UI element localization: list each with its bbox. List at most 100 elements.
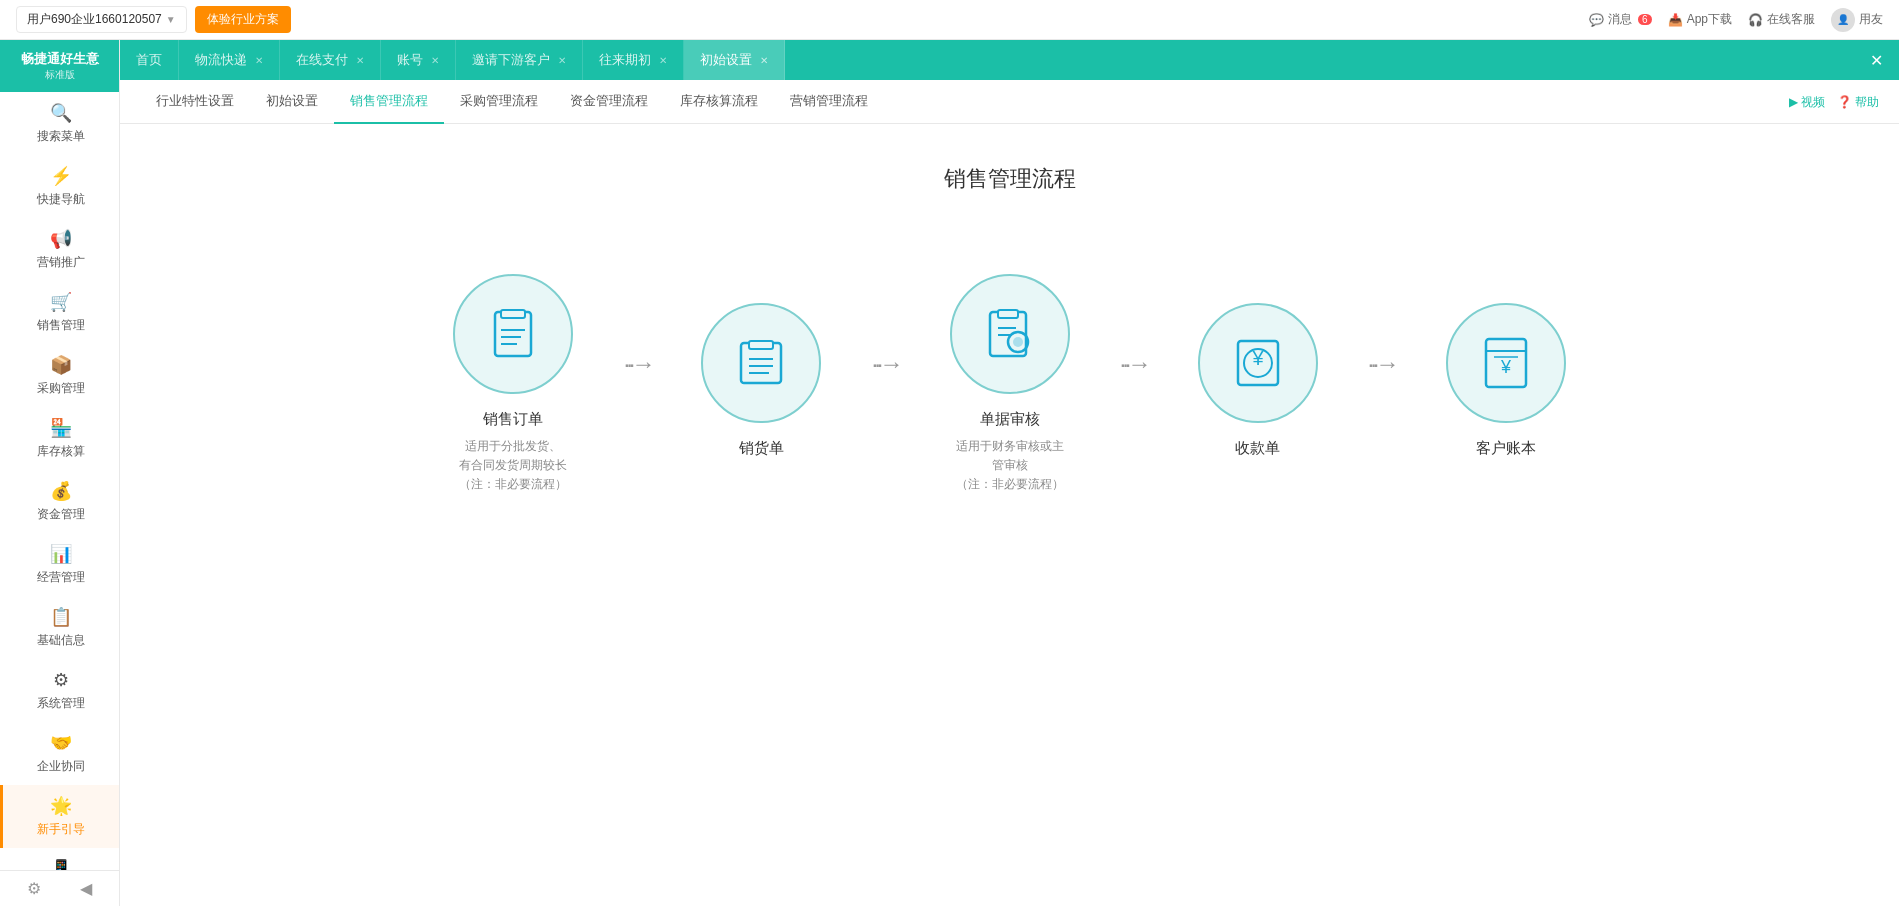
svg-rect-11	[998, 310, 1018, 318]
flow-arrow-3: ···→	[1120, 350, 1148, 418]
sidebar-label-guide: 新手引导	[37, 821, 85, 838]
inventory-icon: 🏪	[50, 417, 72, 439]
sub-tab-capital_flow[interactable]: 资金管理流程	[554, 80, 664, 124]
user-selector[interactable]: 用户690企业1660120507 ▼	[16, 6, 187, 33]
sidebar-label-system: 系统管理	[37, 695, 85, 712]
video-link[interactable]: ▶ 视频	[1789, 93, 1825, 110]
marketing-icon: 📢	[50, 228, 72, 250]
sidebar-items: 🔍 搜索菜单 ⚡ 快捷导航 📢 营销推广 🛒 销售管理 📦 采购管理 🏪 库存核…	[0, 92, 119, 870]
svg-rect-6	[749, 341, 773, 349]
sidebar-item-system[interactable]: ⚙ 系统管理	[0, 659, 119, 722]
sub-tab-industry[interactable]: 行业特性设置	[140, 80, 250, 124]
sidebar-label-operation: 经营管理	[37, 569, 85, 586]
sub-tabs: 行业特性设置初始设置销售管理流程采购管理流程资金管理流程库存核算流程营销管理流程…	[120, 80, 1899, 124]
flow-label-receipt: 收款单	[1235, 439, 1280, 458]
sidebar-label-marketing: 营销推广	[37, 254, 85, 271]
flow-label-delivery: 销货单	[739, 439, 784, 458]
sidebar-label-inventory: 库存核算	[37, 443, 85, 460]
user-avatar-button[interactable]: 👤 用友	[1831, 8, 1883, 32]
sidebar-item-shortcut[interactable]: ⚡ 快捷导航	[0, 155, 119, 218]
app-download-label: App下载	[1687, 11, 1732, 28]
message-button[interactable]: 💬 消息 6	[1589, 11, 1652, 28]
sidebar-item-finance[interactable]: 💰 资金管理	[0, 470, 119, 533]
nav-tab-close-payment[interactable]: ✕	[356, 55, 364, 66]
nav-tab-init[interactable]: 初始设置✕	[684, 40, 785, 80]
sidebar-item-collab[interactable]: 🤝 企业协同	[0, 722, 119, 785]
sidebar-label-sales: 销售管理	[37, 317, 85, 334]
operation-icon: 📊	[50, 543, 72, 565]
sub-tab-inventory_flow[interactable]: 库存核算流程	[664, 80, 774, 124]
sales-icon: 🛒	[50, 291, 72, 313]
nav-tab-payment[interactable]: 在线支付 ✕	[280, 40, 381, 80]
sidebar-item-purchase[interactable]: 📦 采购管理	[0, 344, 119, 407]
nav-tab-close-invite[interactable]: ✕	[558, 55, 566, 66]
logo-subtitle: 标准版	[45, 68, 75, 82]
sidebar-item-search[interactable]: 🔍 搜索菜单	[0, 92, 119, 155]
trial-button[interactable]: 体验行业方案	[195, 6, 291, 33]
svg-point-13	[1013, 337, 1023, 347]
flow-circle-review	[950, 274, 1070, 394]
help-icon: ❓	[1837, 95, 1852, 109]
online-service-button[interactable]: 🎧 在线客服	[1748, 11, 1815, 28]
service-icon: 🎧	[1748, 13, 1763, 27]
nav-tab-invite[interactable]: 邀请下游客户 ✕	[456, 40, 583, 80]
nav-tab-close-account[interactable]: ✕	[431, 55, 439, 66]
appstore-icon: 📱	[50, 858, 72, 870]
settings-icon[interactable]: ⚙	[27, 879, 41, 898]
flow-diagram: 销售订单 适用于分批发货、有合同发货周期较长（注：非必要流程） ···→ 销货单…	[140, 254, 1879, 515]
download-icon: 📥	[1668, 13, 1683, 27]
sidebar-item-basic[interactable]: 📋 基础信息	[0, 596, 119, 659]
sidebar-item-marketing[interactable]: 📢 营销推广	[0, 218, 119, 281]
sidebar-bottom: ⚙ ◀	[0, 870, 119, 906]
flow-circle-receipt: ¥	[1198, 303, 1318, 423]
guide-icon: 🌟	[50, 795, 72, 817]
help-link[interactable]: ❓ 帮助	[1837, 93, 1879, 110]
sidebar-label-shortcut: 快捷导航	[37, 191, 85, 208]
app-download-button[interactable]: 📥 App下载	[1668, 11, 1732, 28]
sidebar-item-appstore[interactable]: 📱 应用中心	[0, 848, 119, 870]
search-icon: 🔍	[50, 102, 72, 124]
collapse-icon[interactable]: ◀	[80, 879, 92, 898]
nav-tab-label-invite: 邀请下游客户	[472, 51, 550, 69]
nav-tab-label-home: 首页	[136, 51, 162, 69]
flow-label-sales_order: 销售订单	[483, 410, 543, 429]
system-icon: ⚙	[53, 669, 69, 691]
svg-rect-1	[501, 310, 525, 318]
video-icon: ▶	[1789, 95, 1798, 109]
sub-tab-initial[interactable]: 初始设置	[250, 80, 334, 124]
flow-item-delivery[interactable]: 销货单	[661, 303, 861, 466]
flow-arrow-2: ···→	[871, 350, 899, 418]
top-bar-left: 用户690企业1660120507 ▼ 体验行业方案	[16, 6, 291, 33]
sidebar-item-guide[interactable]: 🌟 新手引导	[0, 785, 119, 848]
flow-label-ledger: 客户账本	[1476, 439, 1536, 458]
sidebar-label-basic: 基础信息	[37, 632, 85, 649]
sidebar-item-operation[interactable]: 📊 经营管理	[0, 533, 119, 596]
top-bar: 用户690企业1660120507 ▼ 体验行业方案 💬 消息 6 📥 App下…	[0, 0, 1899, 40]
flow-item-receipt[interactable]: ¥ 收款单	[1158, 303, 1358, 466]
sidebar-label-collab: 企业协同	[37, 758, 85, 775]
nav-tab-period[interactable]: 往来期初✕	[583, 40, 684, 80]
nav-tab-logistics[interactable]: 物流快递 ✕	[179, 40, 280, 80]
content-area: 首页物流快递✕在线支付✕账号✕邀请下游客户✕往来期初✕初始设置✕✕ 行业特性设置…	[120, 40, 1899, 906]
flow-item-review[interactable]: 单据审核 适用于财务审核或主管审核（注：非必要流程）	[910, 274, 1110, 495]
nav-close-icon[interactable]: ✕	[1870, 51, 1883, 70]
sidebar-item-inventory[interactable]: 🏪 库存核算	[0, 407, 119, 470]
flow-arrow-1: ···→	[623, 350, 651, 418]
flow-item-sales_order[interactable]: 销售订单 适用于分批发货、有合同发货周期较长（注：非必要流程）	[413, 274, 613, 495]
flow-label-review: 单据审核	[980, 410, 1040, 429]
nav-tab-home[interactable]: 首页	[120, 40, 179, 80]
flow-item-ledger[interactable]: ¥ 客户账本	[1406, 303, 1606, 466]
sidebar-item-sales[interactable]: 🛒 销售管理	[0, 281, 119, 344]
nav-tab-close-period[interactable]: ✕	[659, 55, 667, 66]
main-layout: 畅捷通好生意 标准版 🔍 搜索菜单 ⚡ 快捷导航 📢 营销推广 🛒 销售管理 📦…	[0, 40, 1899, 906]
nav-tab-close-init[interactable]: ✕	[760, 55, 768, 66]
sub-tab-marketing_flow[interactable]: 营销管理流程	[774, 80, 884, 124]
nav-tab-account[interactable]: 账号✕	[381, 40, 456, 80]
nav-tab-label-payment: 在线支付	[296, 51, 348, 69]
sub-tab-purchase_flow[interactable]: 采购管理流程	[444, 80, 554, 124]
nav-tab-close-logistics[interactable]: ✕	[255, 55, 263, 66]
basic-icon: 📋	[50, 606, 72, 628]
nav-tab-label-logistics: 物流快递	[195, 51, 247, 69]
svg-text:¥: ¥	[1500, 357, 1512, 377]
sub-tab-sales_flow[interactable]: 销售管理流程	[334, 80, 444, 124]
